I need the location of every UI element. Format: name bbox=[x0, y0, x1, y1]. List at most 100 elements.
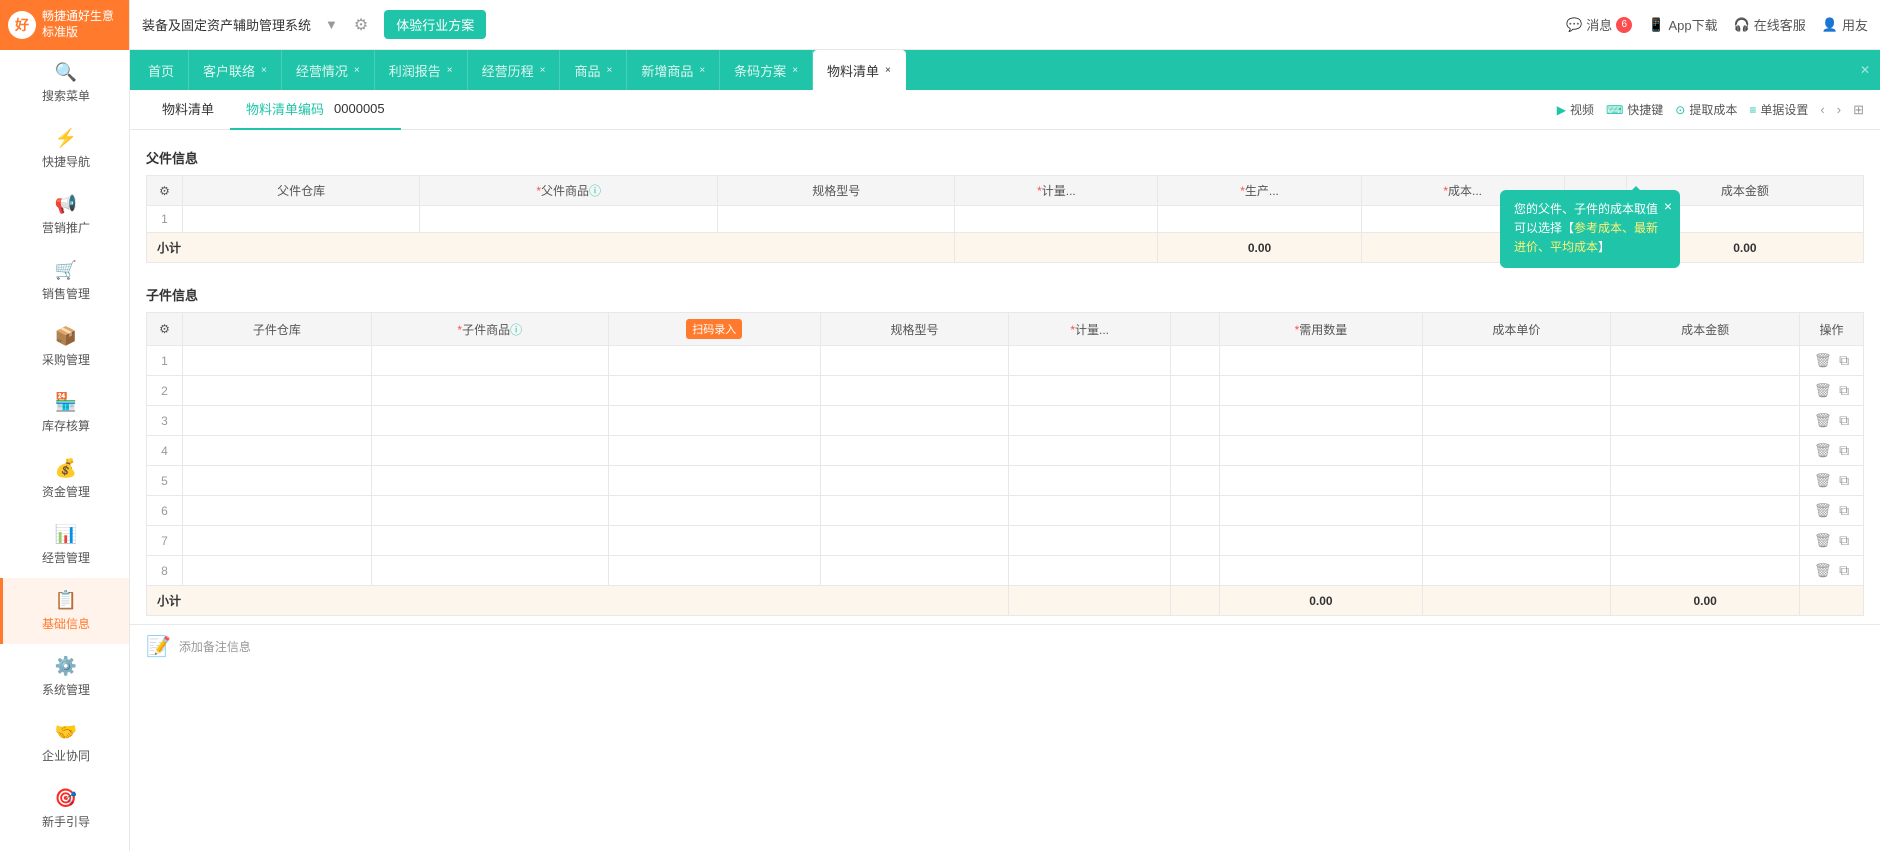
child-unit-cost-cell[interactable] bbox=[1422, 406, 1611, 436]
child-warehouse-cell[interactable] bbox=[183, 376, 372, 406]
child-unit-cost-cell[interactable] bbox=[1422, 466, 1611, 496]
child-goods-cell[interactable] bbox=[371, 376, 608, 406]
child-unit-cell[interactable] bbox=[1009, 346, 1171, 376]
copy-row-icon[interactable]: ⧉ bbox=[1839, 532, 1849, 548]
sub-tab-bom-code[interactable]: 物料清单编码 0000005 bbox=[230, 90, 401, 130]
sidebar-item-inventory[interactable]: 🏪 库存核算 bbox=[0, 380, 129, 446]
child-unit-cost-cell[interactable] bbox=[1422, 556, 1611, 586]
child-unit-cell[interactable] bbox=[1009, 406, 1171, 436]
child-goods-cell[interactable] bbox=[371, 466, 608, 496]
single-doc-settings-action[interactable]: ≡ 单据设置 bbox=[1749, 101, 1808, 118]
tab-ops-history-close-icon[interactable]: × bbox=[540, 65, 546, 76]
tab-barcode-close-icon[interactable]: × bbox=[792, 65, 798, 76]
child-goods-cell[interactable] bbox=[371, 346, 608, 376]
child-unit-cell[interactable] bbox=[1009, 376, 1171, 406]
child-unit-cost-cell[interactable] bbox=[1422, 346, 1611, 376]
child-spec-cell[interactable] bbox=[820, 406, 1009, 436]
delete-row-icon[interactable]: 🗑 bbox=[1814, 352, 1832, 368]
tab-ops-status-close-icon[interactable]: × bbox=[354, 65, 360, 76]
child-unit-cost-cell[interactable] bbox=[1422, 496, 1611, 526]
child-spec-cell[interactable] bbox=[820, 376, 1009, 406]
nav-next-icon[interactable]: › bbox=[1837, 102, 1841, 117]
child-spec-cell[interactable] bbox=[820, 556, 1009, 586]
tab-customer-close-icon[interactable]: × bbox=[261, 65, 267, 76]
close-all-tabs-button[interactable]: ✕ bbox=[1854, 63, 1876, 77]
child-col-settings[interactable]: ⚙ bbox=[147, 313, 183, 346]
child-quantity-cell[interactable] bbox=[1220, 466, 1422, 496]
delete-row-icon[interactable]: 🗑 bbox=[1814, 382, 1832, 398]
parent-col-settings[interactable]: ⚙ bbox=[147, 176, 183, 206]
child-spec-cell[interactable] bbox=[820, 526, 1009, 556]
child-unit-cell[interactable] bbox=[1009, 436, 1171, 466]
tab-goods[interactable]: 商品 × bbox=[560, 50, 627, 90]
child-quantity-cell[interactable] bbox=[1220, 376, 1422, 406]
sidebar-item-marketing[interactable]: 📢 营销推广 bbox=[0, 182, 129, 248]
scan-input-button[interactable]: 扫码录入 bbox=[686, 319, 742, 339]
child-quantity-cell[interactable] bbox=[1220, 496, 1422, 526]
delete-row-icon[interactable]: 🗑 bbox=[1814, 472, 1832, 488]
sidebar-item-operations[interactable]: 📊 经营管理 bbox=[0, 512, 129, 578]
child-col-scan[interactable]: 扫码录入 bbox=[608, 313, 820, 346]
message-action[interactable]: 💬 消息 6 bbox=[1566, 15, 1632, 34]
child-warehouse-cell[interactable] bbox=[183, 436, 372, 466]
child-goods-cell[interactable] bbox=[371, 556, 608, 586]
settings-icon[interactable]: ⚙ bbox=[348, 13, 374, 37]
delete-row-icon[interactable]: 🗑 bbox=[1814, 502, 1832, 518]
tab-barcode[interactable]: 条码方案 × bbox=[720, 50, 813, 90]
parent-production-cell[interactable] bbox=[1158, 206, 1361, 233]
parent-unit-cell[interactable] bbox=[955, 206, 1158, 233]
child-warehouse-cell[interactable] bbox=[183, 496, 372, 526]
tooltip-close-button[interactable]: × bbox=[1664, 195, 1672, 217]
tab-bom-close-icon[interactable]: × bbox=[885, 65, 891, 76]
sidebar-item-fast-nav[interactable]: ⚡ 快捷导航 bbox=[0, 116, 129, 182]
copy-row-icon[interactable]: ⧉ bbox=[1839, 502, 1849, 518]
child-unit-cost-cell[interactable] bbox=[1422, 526, 1611, 556]
child-spec-cell[interactable] bbox=[820, 346, 1009, 376]
child-warehouse-cell[interactable] bbox=[183, 406, 372, 436]
sidebar-item-sales[interactable]: 🛒 销售管理 bbox=[0, 248, 129, 314]
child-warehouse-cell[interactable] bbox=[183, 526, 372, 556]
tab-bom[interactable]: 物料清单 × bbox=[813, 50, 906, 90]
sidebar-item-search[interactable]: 🔍 搜索菜单 bbox=[0, 50, 129, 116]
child-spec-cell[interactable] bbox=[820, 436, 1009, 466]
copy-row-icon[interactable]: ⧉ bbox=[1839, 412, 1849, 428]
shortcut-action[interactable]: ⌨ 快捷键 bbox=[1606, 101, 1663, 118]
sidebar-item-system[interactable]: ⚙️ 系统管理 bbox=[0, 644, 129, 710]
child-unit-cell[interactable] bbox=[1009, 556, 1171, 586]
tab-profit[interactable]: 利润报告 × bbox=[375, 50, 468, 90]
tab-home[interactable]: 首页 bbox=[134, 50, 189, 90]
extract-cost-action[interactable]: ⊙ 提取成本 bbox=[1675, 101, 1737, 118]
tab-new-goods[interactable]: 新增商品 × bbox=[627, 50, 720, 90]
parent-goods-cell[interactable] bbox=[420, 206, 718, 233]
parent-spec-cell[interactable] bbox=[718, 206, 955, 233]
child-goods-cell[interactable] bbox=[371, 526, 608, 556]
experience-button[interactable]: 体验行业方案 bbox=[384, 10, 486, 39]
child-unit-cell[interactable] bbox=[1009, 496, 1171, 526]
child-warehouse-cell[interactable] bbox=[183, 346, 372, 376]
copy-row-icon[interactable]: ⧉ bbox=[1839, 382, 1849, 398]
copy-row-icon[interactable]: ⧉ bbox=[1839, 562, 1849, 578]
child-unit-cell[interactable] bbox=[1009, 466, 1171, 496]
delete-row-icon[interactable]: 🗑 bbox=[1814, 442, 1832, 458]
delete-row-icon[interactable]: 🗑 bbox=[1814, 412, 1832, 428]
tab-goods-close-icon[interactable]: × bbox=[606, 65, 612, 76]
child-spec-cell[interactable] bbox=[820, 496, 1009, 526]
sidebar-item-purchase[interactable]: 📦 采购管理 bbox=[0, 314, 129, 380]
child-quantity-cell[interactable] bbox=[1220, 526, 1422, 556]
child-warehouse-cell[interactable] bbox=[183, 466, 372, 496]
tab-operations-status[interactable]: 经营情况 × bbox=[282, 50, 375, 90]
sidebar-item-guide[interactable]: 🎯 新手引导 bbox=[0, 776, 129, 842]
copy-row-icon[interactable]: ⧉ bbox=[1839, 472, 1849, 488]
child-unit-cost-cell[interactable] bbox=[1422, 436, 1611, 466]
app-download-action[interactable]: 📱 App下载 bbox=[1648, 15, 1717, 34]
tab-new-goods-close-icon[interactable]: × bbox=[699, 65, 705, 76]
nav-prev-icon[interactable]: ‹ bbox=[1820, 102, 1824, 117]
copy-row-icon[interactable]: ⧉ bbox=[1839, 442, 1849, 458]
child-unit-cost-cell[interactable] bbox=[1422, 376, 1611, 406]
online-service-action[interactable]: 🎧 在线客服 bbox=[1734, 15, 1806, 34]
child-quantity-cell[interactable] bbox=[1220, 556, 1422, 586]
child-spec-cell[interactable] bbox=[820, 466, 1009, 496]
child-goods-cell[interactable] bbox=[371, 496, 608, 526]
sidebar-item-basic-info[interactable]: 📋 基础信息 bbox=[0, 578, 129, 644]
delete-row-icon[interactable]: 🗑 bbox=[1814, 532, 1832, 548]
